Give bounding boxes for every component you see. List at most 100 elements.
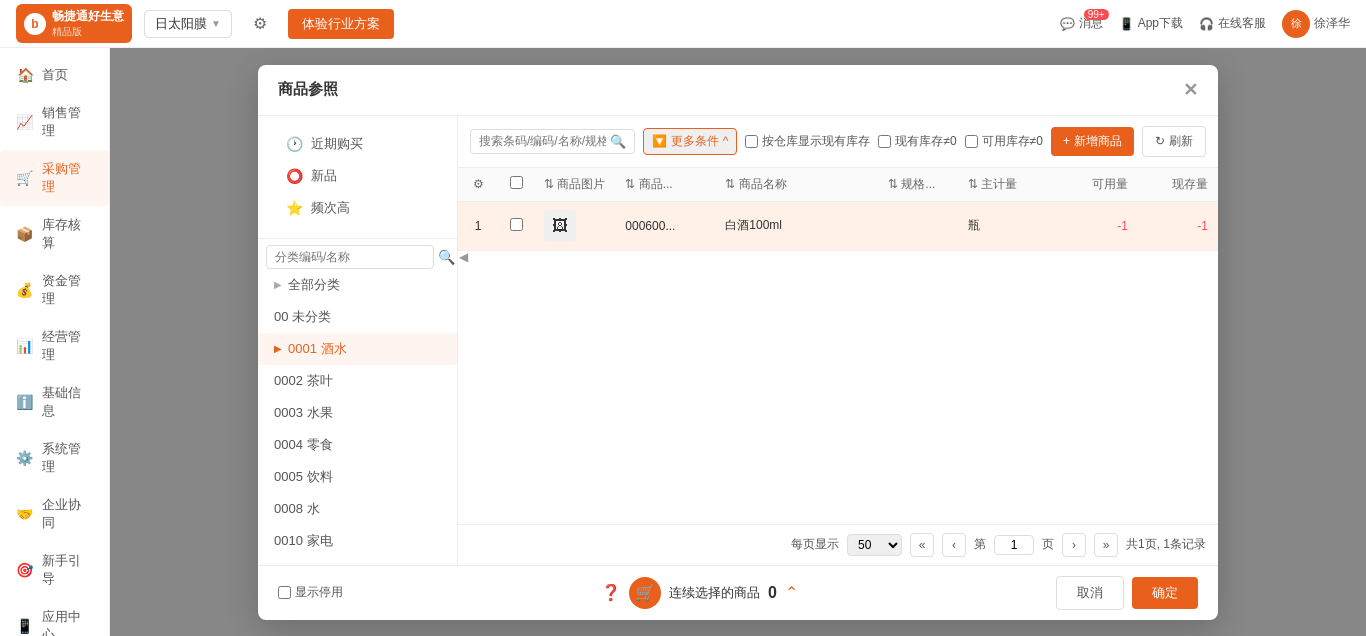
more-filter-button[interactable]: 🔽 更多条件 ^ — [643, 128, 737, 155]
page-size-select[interactable]: 50 100 200 — [847, 534, 902, 556]
row-img: 🖼 — [534, 201, 615, 250]
dropdown-arrow-icon: ▼ — [211, 18, 221, 29]
col-unit-header[interactable]: ⇅ 主计量 — [958, 168, 1038, 202]
app-download-btn[interactable]: 📱 App下载 — [1119, 15, 1183, 32]
total-info: 共1页, 1条记录 — [1126, 536, 1206, 553]
footer-right: 取消 确定 — [1056, 576, 1198, 610]
guide-icon: 🎯 — [16, 561, 34, 579]
category-search-button[interactable]: 🔍 — [438, 249, 455, 265]
checkbox-avail-nonzero-input[interactable] — [965, 135, 978, 148]
refresh-button[interactable]: ↻ 刷新 — [1142, 126, 1206, 157]
modal-close-button[interactable]: ✕ — [1183, 79, 1198, 101]
settings-icon[interactable]: ⚙ — [244, 8, 276, 40]
main-layout: 🏠 首页 📈 销售管理 🛒 采购管理 📦 库存核算 💰 资金管理 📊 经营管理 … — [0, 48, 1366, 636]
row-available: -1 — [1038, 201, 1138, 250]
category-search-input[interactable] — [266, 245, 434, 269]
table-header-row: ⚙ ⇅ 商品图片 — [458, 168, 1218, 202]
quick-frequent[interactable]: ⭐ 频次高 — [270, 192, 445, 224]
current-page-input[interactable] — [994, 535, 1034, 555]
next-page-button[interactable]: › — [1062, 533, 1086, 557]
col-avail-header[interactable]: 可用量 — [1038, 168, 1138, 202]
show-disabled-input[interactable] — [278, 586, 291, 599]
prev-page-button[interactable]: ‹ — [942, 533, 966, 557]
category-item-0010[interactable]: 0010 家电 — [258, 525, 457, 557]
expand-icon[interactable]: ⌃ — [785, 583, 798, 602]
product-table-container: ⚙ ⇅ 商品图片 — [458, 168, 1218, 524]
last-page-button[interactable]: » — [1094, 533, 1118, 557]
sidebar-label-basic: 基础信息 — [42, 384, 93, 420]
cat-0002-label: 0002 茶叶 — [274, 372, 333, 390]
store-dropdown[interactable]: 日太阳膜 ▼ — [144, 10, 232, 38]
col-code-header[interactable]: ⇅ 商品... — [615, 168, 715, 202]
show-disabled-checkbox[interactable]: 显示停用 — [278, 584, 343, 601]
category-item-0008[interactable]: 0008 水 — [258, 493, 457, 525]
online-support-label: 在线客服 — [1218, 15, 1266, 32]
col-img-label: 商品图片 — [557, 177, 605, 191]
nav-right: 💬 消息 99+ 📱 App下载 🎧 在线客服 徐 徐泽华 — [1060, 10, 1350, 38]
checkbox-by-warehouse[interactable]: 按仓库显示现有库存 — [745, 133, 870, 150]
category-item-00[interactable]: 00 未分类 — [258, 301, 457, 333]
sidebar-item-purchase[interactable]: 🛒 采购管理 — [0, 150, 109, 206]
checkbox-avail-label: 可用库存≠0 — [982, 133, 1043, 150]
select-all-checkbox[interactable] — [510, 176, 523, 189]
first-page-button[interactable]: « — [910, 533, 934, 557]
selected-count: 0 — [768, 584, 777, 602]
sidebar-item-system[interactable]: ⚙️ 系统管理 — [0, 430, 109, 486]
category-item-all[interactable]: ▶ 全部分类 — [258, 269, 457, 301]
category-item-0004[interactable]: 0004 零食 — [258, 429, 457, 461]
category-item-0001[interactable]: ▶ 0001 酒水 — [258, 333, 457, 365]
row-check[interactable] — [498, 201, 534, 250]
sidebar-item-home[interactable]: 🏠 首页 — [0, 56, 109, 94]
cancel-button[interactable]: 取消 — [1056, 576, 1124, 610]
sidebar: 🏠 首页 📈 销售管理 🛒 采购管理 📦 库存核算 💰 资金管理 📊 经营管理 … — [0, 48, 110, 636]
cart-icon-button[interactable]: 🛒 — [629, 577, 661, 609]
sidebar-item-sales[interactable]: 📈 销售管理 — [0, 94, 109, 150]
finance-icon: 💰 — [16, 281, 34, 299]
pagination-row: 每页显示 50 100 200 « ‹ 第 页 › — [458, 524, 1218, 565]
online-support-btn[interactable]: 🎧 在线客服 — [1199, 15, 1266, 32]
checkbox-by-warehouse-input[interactable] — [745, 135, 758, 148]
logo[interactable]: b 畅捷通好生意 精品版 — [16, 4, 132, 43]
checkbox-stock-nonzero[interactable]: 现有库存≠0 — [878, 133, 956, 150]
category-item-0002[interactable]: 0002 茶叶 — [258, 365, 457, 397]
col-img-header[interactable]: ⇅ 商品图片 — [534, 168, 615, 202]
table-row[interactable]: 1 🖼 000600... 白酒100ml — [458, 201, 1218, 250]
toolbar-right: + 新增商品 ↻ 刷新 — [1051, 126, 1206, 157]
basic-icon: ℹ️ — [16, 393, 34, 411]
quick-recent-purchase[interactable]: 🕐 近期购买 — [270, 128, 445, 160]
confirm-button[interactable]: 确定 — [1132, 577, 1198, 609]
col-unit-label: 主计量 — [981, 177, 1017, 191]
cat-0003-label: 0003 水果 — [274, 404, 333, 422]
toolbar-row: 🔍 🔽 更多条件 ^ 按仓库显示现有库存 — [458, 116, 1218, 168]
sidebar-item-operation[interactable]: 📊 经营管理 — [0, 318, 109, 374]
col-stock-header[interactable]: 现存量 — [1138, 168, 1218, 202]
checkbox-stock-nonzero-input[interactable] — [878, 135, 891, 148]
main-content: 商品参照 ✕ 🕐 近期购买 ⭕ — [110, 48, 1366, 636]
col-spec-header[interactable]: ⇅ 规格... — [878, 168, 958, 202]
add-product-button[interactable]: + 新增商品 — [1051, 127, 1134, 156]
sidebar-item-guide[interactable]: 🎯 新手引导 — [0, 542, 109, 598]
category-item-0003[interactable]: 0003 水果 — [258, 397, 457, 429]
trial-button[interactable]: 体验行业方案 — [288, 9, 394, 39]
sidebar-item-basic[interactable]: ℹ️ 基础信息 — [0, 374, 109, 430]
settings-table-icon[interactable]: ⚙ — [473, 177, 484, 191]
search-box: 🔍 — [470, 129, 635, 154]
help-icon[interactable]: ❓ — [601, 583, 621, 602]
sidebar-item-collab[interactable]: 🤝 企业协同 — [0, 486, 109, 542]
sidebar-item-appcenter[interactable]: 📱 应用中心 — [0, 598, 109, 636]
username: 徐泽华 — [1314, 15, 1350, 32]
quick-new-label: 新品 — [311, 167, 337, 185]
row-checkbox[interactable] — [510, 218, 523, 231]
product-search-input[interactable] — [479, 134, 606, 148]
user-menu[interactable]: 徐 徐泽华 — [1282, 10, 1350, 38]
notifications-btn[interactable]: 💬 消息 99+ — [1060, 15, 1103, 32]
sidebar-item-inventory[interactable]: 📦 库存核算 — [0, 206, 109, 262]
col-name-header[interactable]: ⇅ 商品名称 — [715, 168, 878, 202]
category-item-0005[interactable]: 0005 饮料 — [258, 461, 457, 493]
show-disabled-label: 显示停用 — [295, 584, 343, 601]
col-code-sort-icon: ⇅ — [625, 177, 635, 191]
quick-new-product[interactable]: ⭕ 新品 — [270, 160, 445, 192]
sidebar-item-finance[interactable]: 💰 资金管理 — [0, 262, 109, 318]
checkbox-available-nonzero[interactable]: 可用库存≠0 — [965, 133, 1043, 150]
product-table: ⚙ ⇅ 商品图片 — [458, 168, 1218, 251]
